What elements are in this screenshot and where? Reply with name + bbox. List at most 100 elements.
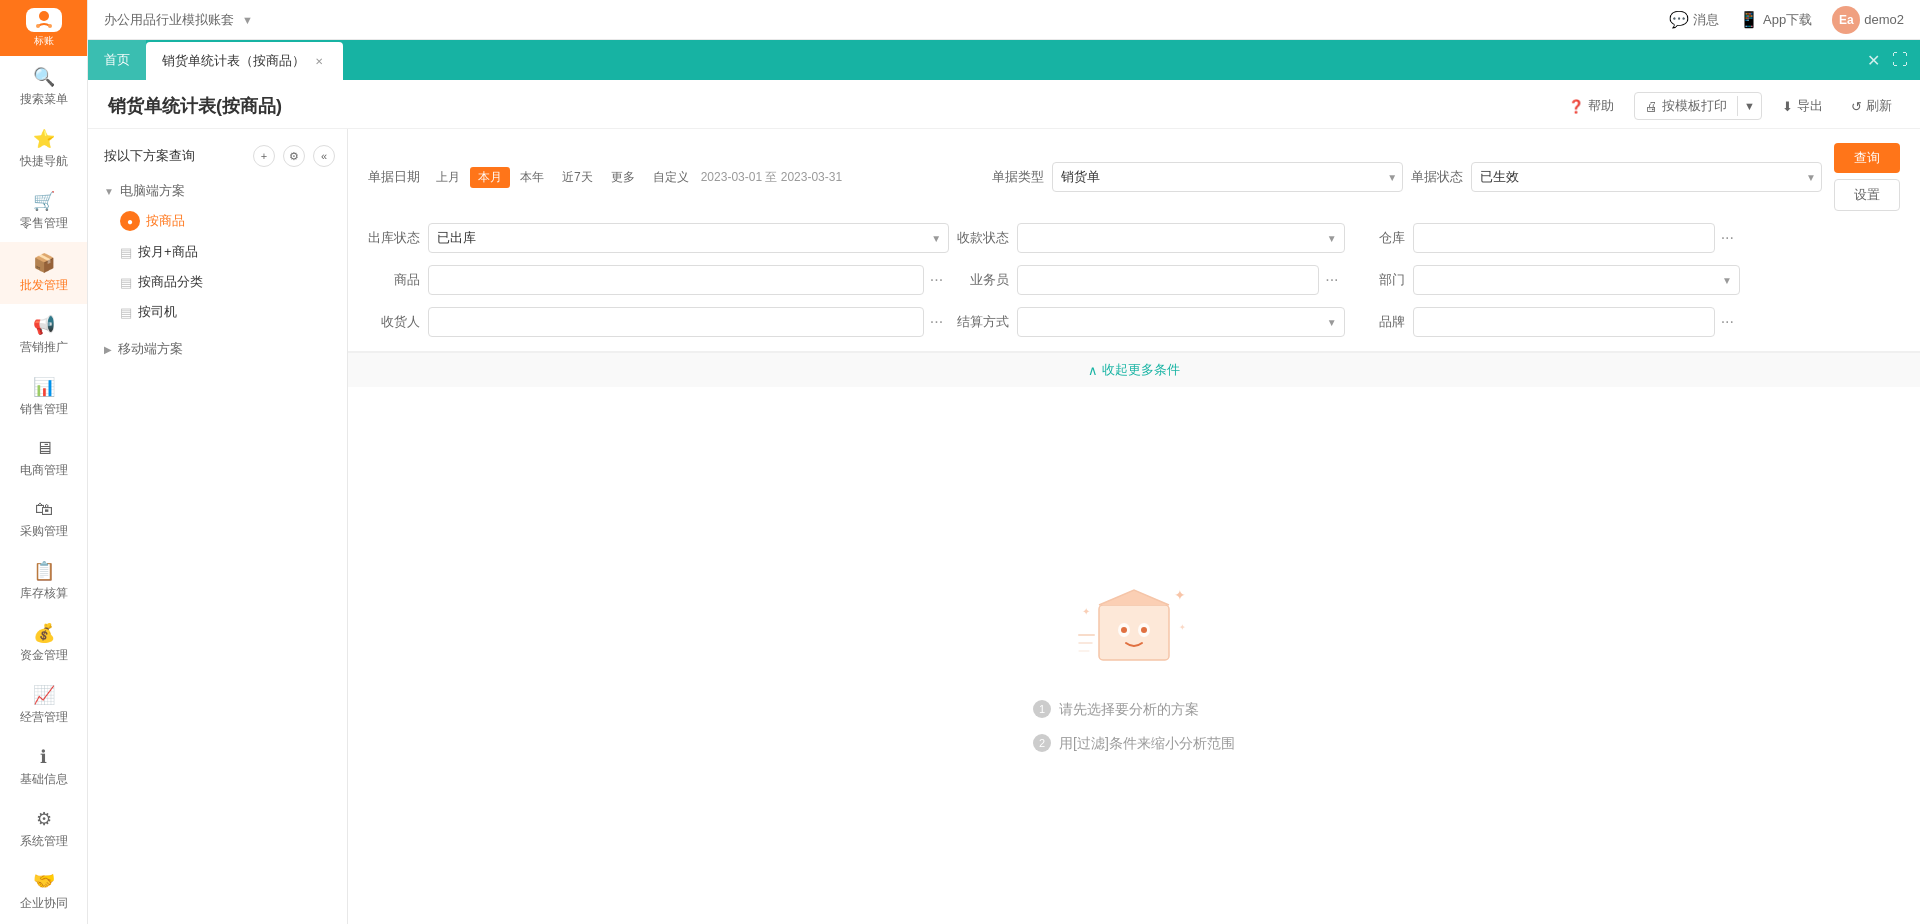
dropdown-arrow[interactable]: ▼ xyxy=(242,14,253,26)
print-btn[interactable]: 🖨 按模板打印 xyxy=(1635,93,1737,119)
add-scheme-btn[interactable]: + xyxy=(253,145,275,167)
export-btn[interactable]: ⬇ 导出 xyxy=(1774,93,1831,119)
warehouse2-more-icon[interactable]: ··· xyxy=(1715,229,1740,247)
receiver-input[interactable] xyxy=(428,307,924,337)
industry-label: 办公用品行业模拟账套 xyxy=(104,11,234,29)
brand-input[interactable] xyxy=(1413,307,1715,337)
sidebar-item-search[interactable]: 🔍 搜索菜单 xyxy=(0,56,87,118)
refresh-btn[interactable]: ↺ 刷新 xyxy=(1843,93,1900,119)
empty-state-tip2: 2 用[过滤]条件来缩小分析范围 xyxy=(1033,729,1235,757)
warehouse-label: 出库状态 xyxy=(368,229,428,247)
date-range-wrapper: 上月 本月 本年 近7天 更多 自定义 2023-03-01 至 2023-03… xyxy=(428,167,984,188)
empty-state-tip1: 1 请先选择要分析的方案 xyxy=(1033,695,1235,723)
date-range-display: 2023-03-01 至 2023-03-31 xyxy=(701,169,842,186)
sidebar-item-operations[interactable]: 📈 经营管理 xyxy=(0,674,87,736)
inventory-icon: 📋 xyxy=(33,560,55,582)
payment-status-input[interactable] xyxy=(1017,223,1344,253)
collapse-row[interactable]: ∧ 收起更多条件 xyxy=(348,352,1920,387)
employee-input[interactable] xyxy=(1017,265,1319,295)
sidebar-item-marketing[interactable]: 📢 营销推广 xyxy=(0,304,87,366)
doc-status-input[interactable] xyxy=(1471,162,1822,192)
receiver-more-icon[interactable]: ··· xyxy=(924,313,949,331)
filter-item-doc-status: 单据状态 ▼ xyxy=(1411,162,1822,192)
help-btn[interactable]: ❓ 帮助 xyxy=(1560,93,1622,119)
date-tab-this-year[interactable]: 本年 xyxy=(512,167,552,188)
left-panel-header: 按以下方案查询 + ⚙ « xyxy=(88,139,347,173)
search-icon: 🔍 xyxy=(33,66,55,88)
date-label: 单据日期 xyxy=(368,168,428,186)
dept-input[interactable] xyxy=(1413,265,1740,295)
sidebar-item-enterprise[interactable]: 🤝 企业协同 xyxy=(0,860,87,922)
date-tab-custom[interactable]: 自定义 xyxy=(645,167,697,188)
tree-section-mobile-header[interactable]: ▶ 移动端方案 xyxy=(88,335,347,363)
page-header-actions: ❓ 帮助 🖨 按模板打印 ▼ ⬇ 导出 ↺ 刷新 xyxy=(1560,92,1900,120)
sidebar-item-label: 快捷导航 xyxy=(20,153,68,170)
settlement-input[interactable] xyxy=(1017,307,1344,337)
tree-item-by-month-product[interactable]: ▤ 按月+商品 xyxy=(88,237,347,267)
date-tab-this-month[interactable]: 本月 xyxy=(470,167,510,188)
doc-type-input[interactable] xyxy=(1052,162,1403,192)
tab-maximize-btn[interactable]: ⛶ xyxy=(1888,47,1912,73)
split-layout: 按以下方案查询 + ⚙ « xyxy=(88,129,1920,924)
svg-point-7 xyxy=(1141,627,1147,633)
scheme-icon: ▤ xyxy=(120,245,132,260)
doc-status-control: ▼ xyxy=(1471,162,1822,192)
sidebar-item-inventory[interactable]: 📋 库存核算 xyxy=(0,550,87,612)
tree-item-by-cashier[interactable]: ▤ 按司机 xyxy=(88,297,347,327)
sidebar-item-system[interactable]: ⚙ 系统管理 xyxy=(0,798,87,860)
sidebar-item-wholesale[interactable]: 📦 批发管理 xyxy=(0,242,87,304)
filter-item-warehouse2: 仓库 ··· xyxy=(1353,223,1740,253)
tree-arrow-icon: ▼ xyxy=(104,186,114,197)
sidebar-item-finance[interactable]: 💰 资金管理 xyxy=(0,612,87,674)
tip1-num: 1 xyxy=(1033,700,1051,718)
sidebar-item-purchase[interactable]: 🛍 采购管理 xyxy=(0,489,87,550)
date-tab-more[interactable]: 更多 xyxy=(603,167,643,188)
tab-home[interactable]: 首页 xyxy=(88,40,146,80)
add-icon: + xyxy=(261,150,267,162)
sidebar-item-basic[interactable]: ℹ 基础信息 xyxy=(0,736,87,798)
tree-item-by-category[interactable]: ▤ 按商品分类 xyxy=(88,267,347,297)
date-tab-last7[interactable]: 近7天 xyxy=(554,167,601,188)
payment-status-label: 收款状态 xyxy=(957,229,1017,247)
warehouse2-input[interactable] xyxy=(1413,223,1715,253)
message-btn[interactable]: 💬 消息 xyxy=(1669,10,1719,29)
tree-item-by-product[interactable]: ● 按商品 xyxy=(88,205,347,237)
user-area[interactable]: Ea demo2 xyxy=(1832,6,1904,34)
employee-more-icon[interactable]: ··· xyxy=(1319,271,1344,289)
retail-icon: 🛒 xyxy=(33,190,55,212)
tree-section-pc-label: 电脑端方案 xyxy=(120,182,185,200)
sidebar-item-label: 搜索菜单 xyxy=(20,91,68,108)
doc-status-label: 单据状态 xyxy=(1411,168,1471,186)
query-button[interactable]: 查询 xyxy=(1834,143,1900,173)
tab-report-label: 销货单统计表（按商品） xyxy=(162,52,305,70)
brand-more-icon[interactable]: ··· xyxy=(1715,313,1740,331)
empty-state-tips: 1 请先选择要分析的方案 2 用[过滤]条件来缩小分析范围 xyxy=(1033,695,1235,757)
filter-row-3: 商品 ··· 业务员 ··· xyxy=(368,265,1900,295)
sidebar-item-label: 系统管理 xyxy=(20,833,68,850)
sidebar-item-label: 零售管理 xyxy=(20,215,68,232)
print-dropdown-btn[interactable]: ▼ xyxy=(1737,96,1761,116)
product-more-icon[interactable]: ··· xyxy=(924,271,949,289)
sidebar-nav: 🔍 搜索菜单 ⭐ 快捷导航 🛒 零售管理 📦 批发管理 📢 营销推广 📊 销售管… xyxy=(0,56,87,924)
tab-close-window-btn[interactable]: ✕ xyxy=(1863,47,1884,74)
filter-item-payment-status: 收款状态 ▼ xyxy=(957,223,1344,253)
date-tab-last-month[interactable]: 上月 xyxy=(428,167,468,188)
filter-row-2: 出库状态 ▼ 收款状态 xyxy=(368,223,1900,253)
product-input[interactable] xyxy=(428,265,924,295)
sidebar-item-sales[interactable]: 📊 销售管理 xyxy=(0,366,87,428)
app-download-btn[interactable]: 📱 App下载 xyxy=(1739,10,1812,29)
tab-report[interactable]: 销货单统计表（按商品） ✕ xyxy=(146,42,343,80)
settings-button[interactable]: 设置 xyxy=(1834,179,1900,211)
tab-close-icon[interactable]: ✕ xyxy=(311,53,327,69)
brand-label: 品牌 xyxy=(1353,313,1413,331)
wholesale-icon: 📦 xyxy=(33,252,55,274)
doc-type-label: 单据类型 xyxy=(992,168,1052,186)
settings-scheme-btn[interactable]: ⚙ xyxy=(283,145,305,167)
warehouse-input[interactable] xyxy=(428,223,949,253)
left-panel-title: 按以下方案查询 xyxy=(104,147,195,165)
sidebar-item-retail[interactable]: 🛒 零售管理 xyxy=(0,180,87,242)
sidebar-item-ecommerce[interactable]: 🖥 电商管理 xyxy=(0,428,87,489)
collapse-panel-btn[interactable]: « xyxy=(313,145,335,167)
sidebar-item-quick-nav[interactable]: ⭐ 快捷导航 xyxy=(0,118,87,180)
tree-section-pc-header[interactable]: ▼ 电脑端方案 xyxy=(88,177,347,205)
